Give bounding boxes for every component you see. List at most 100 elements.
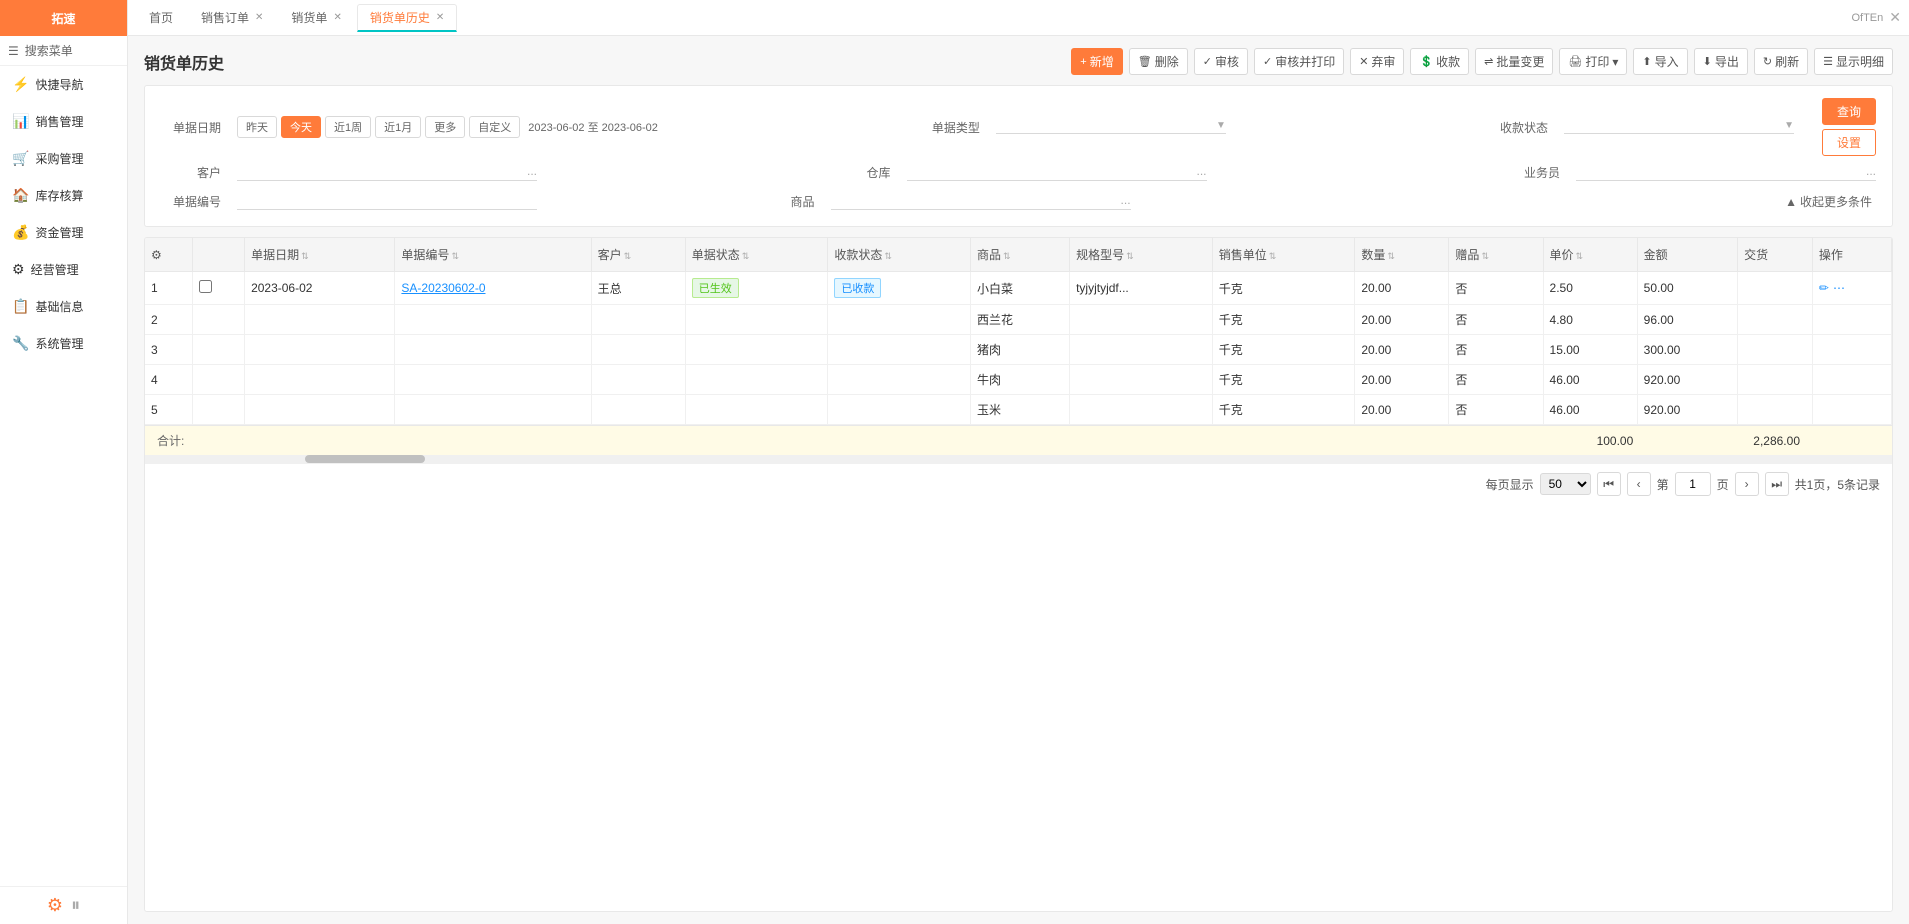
sidebar-item-purchase-mgmt[interactable]: 🛒采购管理 xyxy=(0,140,127,177)
table-row: 2西兰花千克20.00否4.8096.00 xyxy=(145,305,1892,335)
toolbar-print-button[interactable]: 🖨打印▾ xyxy=(1559,48,1627,75)
doc-no-input[interactable] xyxy=(237,193,437,207)
action-more[interactable]: ⋯ xyxy=(1833,281,1845,295)
sidebar-collapse-icon[interactable]: ⏸ xyxy=(71,895,80,916)
toolbar-show-detail-button[interactable]: ☰显示明细 xyxy=(1814,48,1893,75)
sidebar-settings-icon[interactable]: ⚙ xyxy=(47,895,63,916)
toolbar-import-button[interactable]: ⬆导入 xyxy=(1633,48,1687,75)
customer-field[interactable]: ... xyxy=(237,164,537,181)
cell-row-checkbox xyxy=(192,272,245,305)
tab-close-sales-history[interactable]: ✕ xyxy=(436,12,444,23)
staff-dots[interactable]: ... xyxy=(1866,164,1876,178)
sidebar-item-basic-info[interactable]: 📋基础信息 xyxy=(0,288,127,325)
product-dots[interactable]: ... xyxy=(1121,193,1131,207)
toolbar-collect-button[interactable]: 💲收款 xyxy=(1410,48,1469,75)
customer-input[interactable] xyxy=(237,164,527,178)
cell-spec xyxy=(1070,395,1213,425)
cell-qty: 20.00 xyxy=(1355,395,1449,425)
tab-sales-order[interactable]: 销售订单✕ xyxy=(188,4,276,32)
staff-field[interactable]: ... xyxy=(1576,164,1876,181)
print-btn-label: 打印 xyxy=(1585,53,1609,70)
status-badge-pay-status: 已收款 xyxy=(834,278,881,298)
search-menu-icon: ☰ xyxy=(8,44,19,58)
toolbar-audit-print-button[interactable]: ✓审核并打印 xyxy=(1254,48,1344,75)
toolbar-batch-change-button[interactable]: ⇌批量变更 xyxy=(1475,48,1553,75)
setting-button[interactable]: 设置 xyxy=(1822,129,1876,156)
date-more[interactable]: 更多 xyxy=(425,116,465,138)
tab-sales-history[interactable]: 销货单历史✕ xyxy=(357,4,457,32)
toolbar-refresh-button[interactable]: ↻刷新 xyxy=(1754,48,1808,75)
toolbar-delete-button[interactable]: 🗑删除 xyxy=(1129,48,1188,75)
payment-status-select[interactable]: ▼ xyxy=(1564,120,1794,134)
action-edit[interactable]: ✏ xyxy=(1819,281,1829,295)
page-number-input[interactable] xyxy=(1675,472,1711,496)
sidebar-item-system-mgmt[interactable]: 🔧系统管理 xyxy=(0,325,127,362)
date-last7[interactable]: 近1周 xyxy=(325,116,371,138)
row-checkbox[interactable] xyxy=(199,280,212,293)
page-next-btn[interactable]: › xyxy=(1735,472,1759,496)
page-prev-btn[interactable]: ‹ xyxy=(1627,472,1651,496)
sidebar-item-search-menu[interactable]: ☰ 搜索菜单 xyxy=(0,36,127,66)
toolbar-audit-button[interactable]: ✓审核 xyxy=(1194,48,1248,75)
filter-row-2: 客户 ... 仓库 ... 业务员 ... xyxy=(161,164,1876,181)
col-header-qty[interactable]: 数量⇅ xyxy=(1355,238,1449,272)
tab-close-sales-order[interactable]: ✕ xyxy=(255,12,263,23)
date-custom[interactable]: 自定义 xyxy=(469,116,520,138)
sidebar-label-basic-info: 基础信息 xyxy=(35,298,83,315)
collapse-button[interactable]: ▲ 收起更多条件 xyxy=(1781,189,1876,214)
col-header-doc_status[interactable]: 单据状态⇅ xyxy=(685,238,828,272)
warehouse-input[interactable] xyxy=(907,164,1197,178)
link-doc-no[interactable]: SA-20230602-0 xyxy=(401,281,485,295)
toolbar-add-button[interactable]: +新增 xyxy=(1071,48,1122,75)
cell-customer xyxy=(591,305,685,335)
page-last-btn[interactable]: ⏭ xyxy=(1765,472,1789,496)
col-header-customer[interactable]: 客户⇅ xyxy=(591,238,685,272)
window-close-icon[interactable]: ✕ xyxy=(1889,9,1901,26)
doc-type-select[interactable]: ▼ xyxy=(996,120,1226,134)
warehouse-dots[interactable]: ... xyxy=(1196,164,1206,178)
tab-home[interactable]: 首页 xyxy=(136,4,186,32)
staff-input[interactable] xyxy=(1576,164,1866,178)
col-header-checkbox xyxy=(192,238,245,272)
query-button[interactable]: 查询 xyxy=(1822,98,1876,125)
cell-gift: 否 xyxy=(1449,335,1543,365)
collapse-icon: ▲ xyxy=(1785,195,1797,209)
product-input[interactable] xyxy=(831,193,1121,207)
warehouse-field[interactable]: ... xyxy=(907,164,1207,181)
date-lastmonth[interactable]: 近1月 xyxy=(375,116,421,138)
toolbar-export-button[interactable]: ⬇导出 xyxy=(1694,48,1748,75)
toolbar-abandon-button[interactable]: ✕弃审 xyxy=(1350,48,1404,75)
import-btn-label: 导入 xyxy=(1655,53,1679,70)
table-footer: 合计: 100.00 2,286.00 xyxy=(145,425,1892,455)
col-header-gift[interactable]: 赠品⇅ xyxy=(1449,238,1543,272)
date-today[interactable]: 今天 xyxy=(281,116,321,138)
cell-doc-status xyxy=(685,395,828,425)
sidebar-item-inventory[interactable]: 🏠库存核算 xyxy=(0,177,127,214)
cell-doc-date xyxy=(245,365,395,395)
sidebar-item-operations-mgmt[interactable]: ⚙经营管理 xyxy=(0,251,127,288)
col-header-doc_date[interactable]: 单据日期⇅ xyxy=(245,238,395,272)
sidebar-item-finance-mgmt[interactable]: 💰资金管理 xyxy=(0,214,127,251)
tab-close-sales-goods[interactable]: ✕ xyxy=(333,12,341,23)
sidebar-item-quick-nav[interactable]: ⚡快捷导航 xyxy=(0,66,127,103)
date-yesterday[interactable]: 昨天 xyxy=(237,116,277,138)
page-size-select[interactable]: 50 100 xyxy=(1540,473,1591,495)
horizontal-scrollbar[interactable] xyxy=(145,455,1892,463)
col-header-pay_status[interactable]: 收款状态⇅ xyxy=(828,238,971,272)
scrollbar-thumb[interactable] xyxy=(305,455,425,463)
sidebar-item-sales-mgmt[interactable]: 📊销售管理 xyxy=(0,103,127,140)
page-first-btn[interactable]: ⏮ xyxy=(1597,472,1621,496)
col-header-unit_price[interactable]: 单价⇅ xyxy=(1543,238,1637,272)
col-header-product[interactable]: 商品⇅ xyxy=(971,238,1070,272)
cell-amount: 96.00 xyxy=(1637,305,1737,335)
col-header-spec[interactable]: 规格型号⇅ xyxy=(1070,238,1213,272)
filter-row-1: 单据日期 昨天 今天 近1周 近1月 更多 自定义 2023-06-02 至 2… xyxy=(161,98,1876,156)
col-header-doc_no[interactable]: 单据编号⇅ xyxy=(395,238,591,272)
page-label-post: 页 xyxy=(1717,476,1729,493)
col-header-unit[interactable]: 销售单位⇅ xyxy=(1212,238,1355,272)
tab-sales-goods[interactable]: 销货单✕ xyxy=(278,4,354,32)
product-field[interactable]: ... xyxy=(831,193,1131,210)
doc-no-field[interactable] xyxy=(237,193,537,210)
system-mgmt-icon: 🔧 xyxy=(12,335,29,352)
customer-dots[interactable]: ... xyxy=(527,164,537,178)
